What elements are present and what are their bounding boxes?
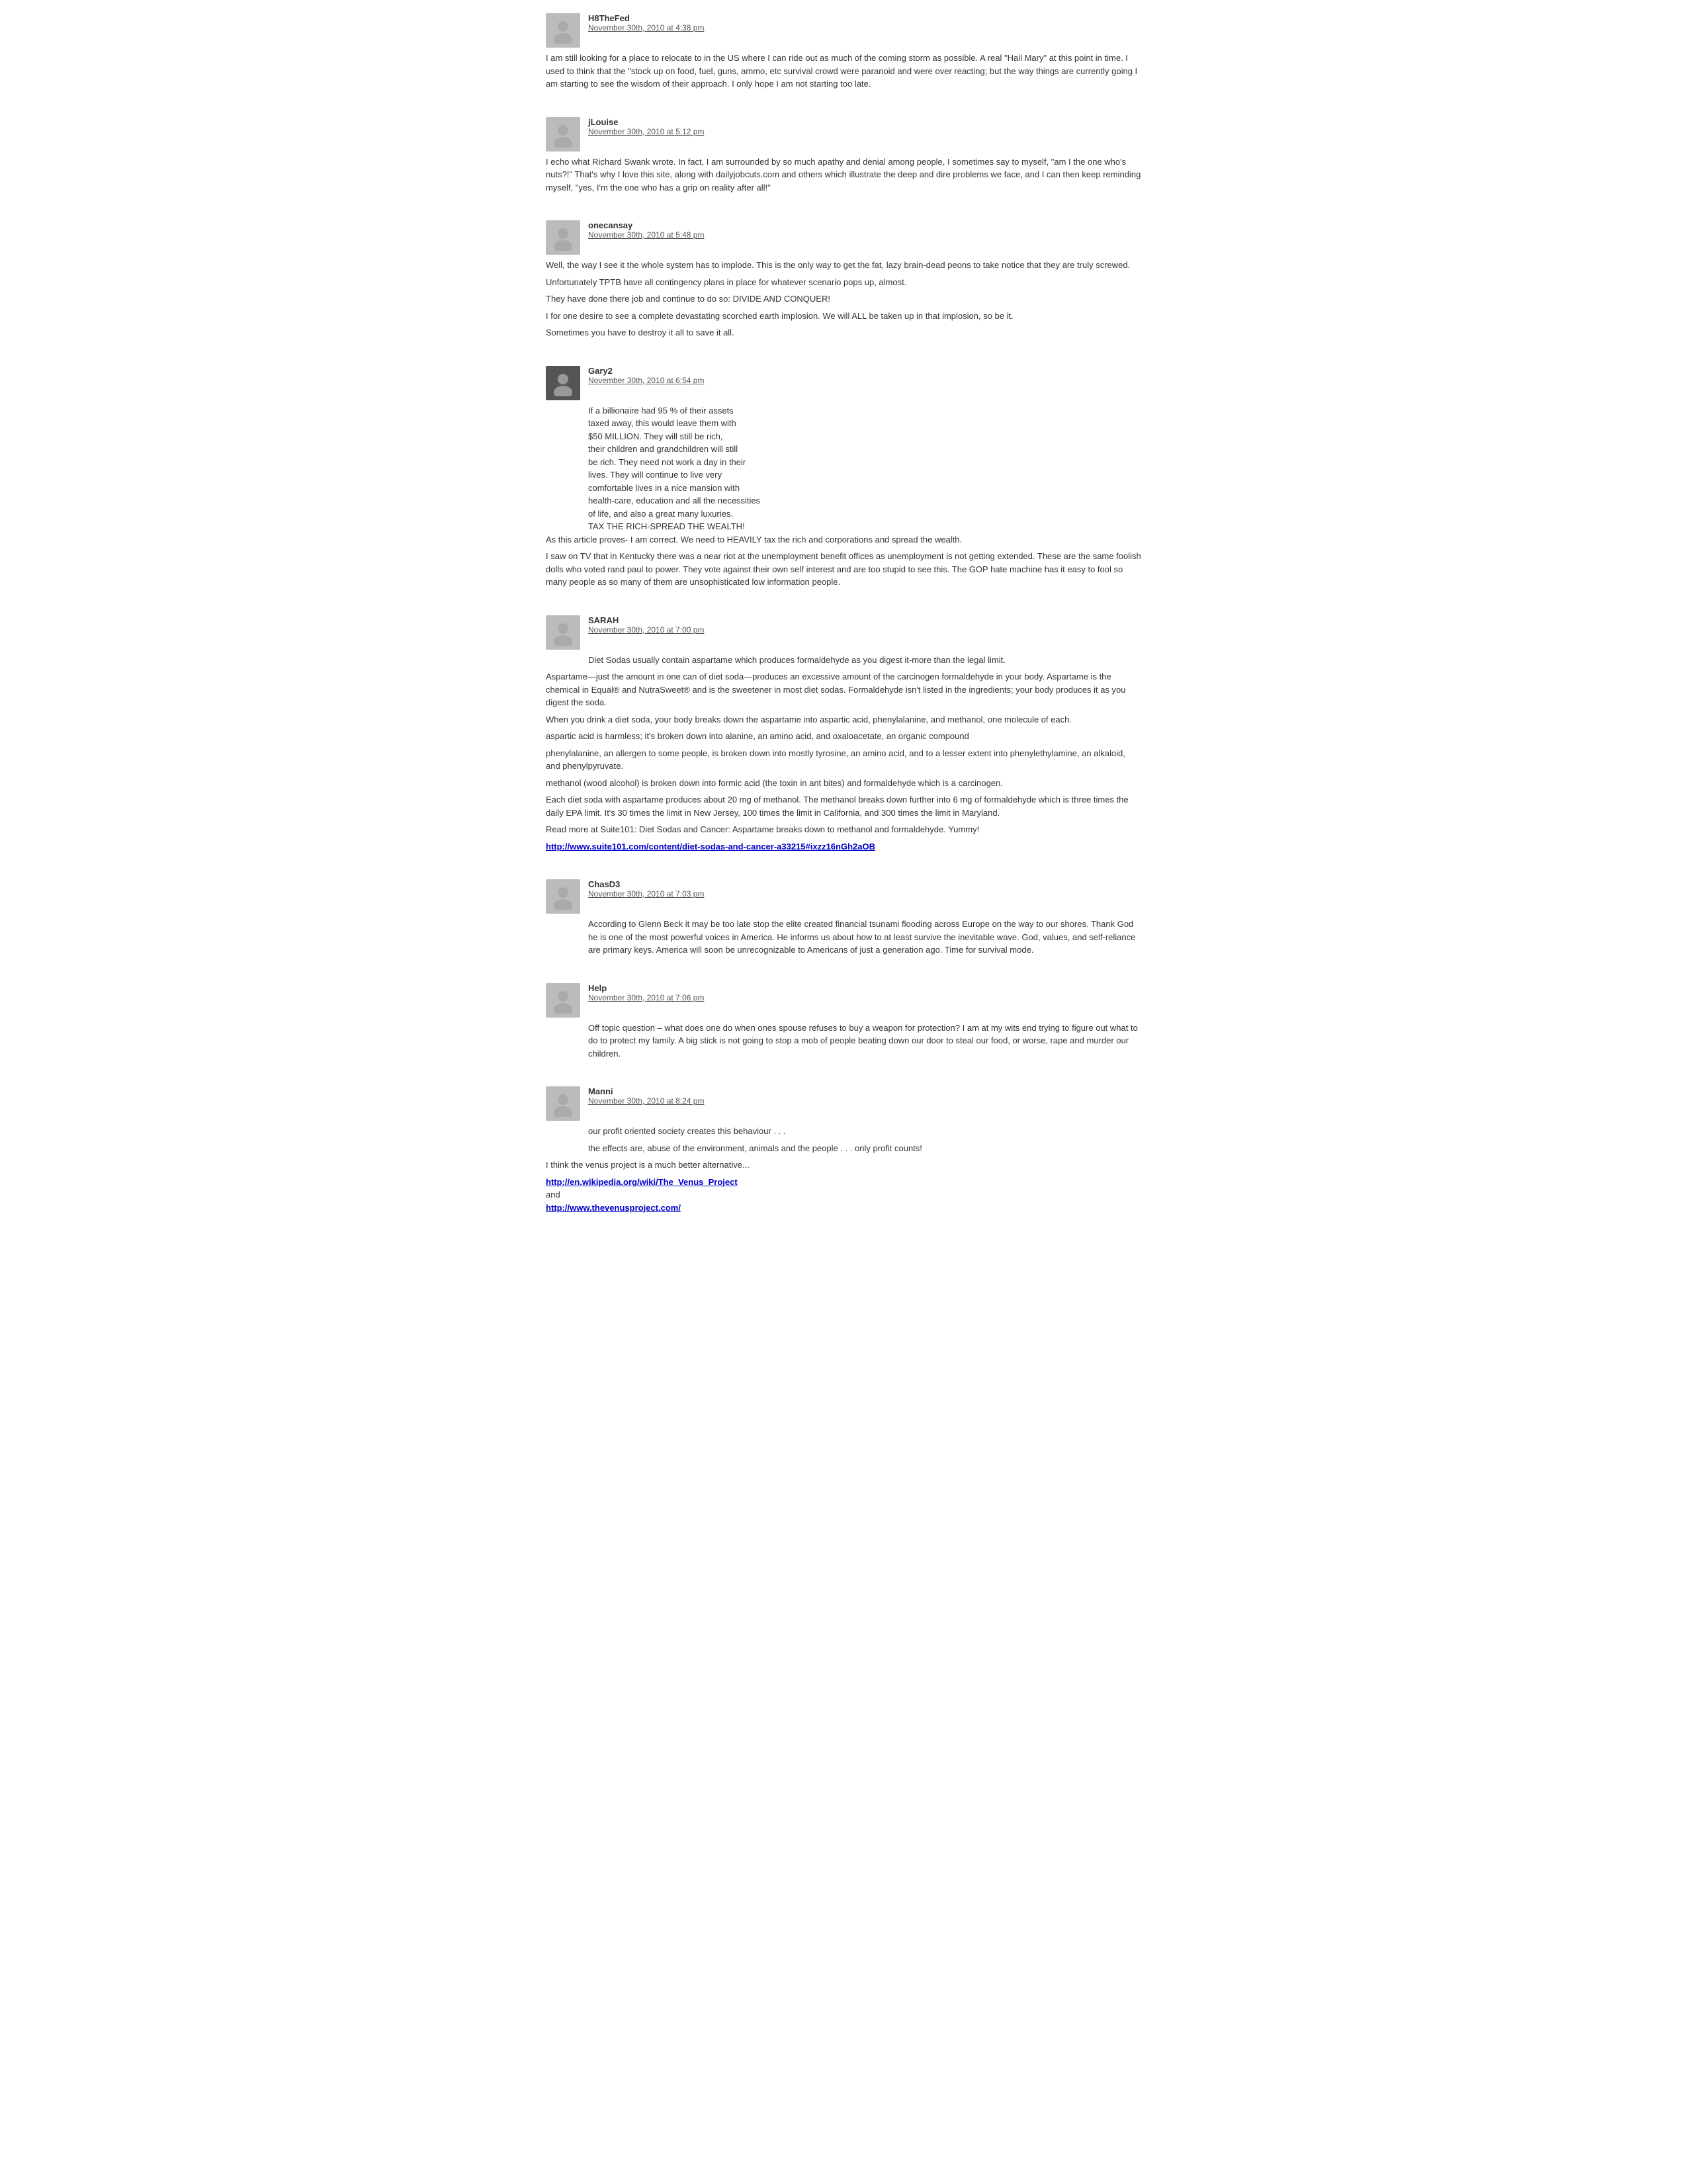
comment-header: Gary2 November 30th, 2010 at 6:54 pm (546, 366, 1141, 400)
comment-date: November 30th, 2010 at 7:06 pm (588, 993, 704, 1002)
comment-text: I echo what Richard Swank wrote. In fact… (546, 155, 1141, 195)
comment-date: November 30th, 2010 at 8:24 pm (588, 1096, 704, 1106)
suite101-link[interactable]: http://www.suite101.com/content/diet-sod… (546, 842, 875, 852)
avatar (546, 13, 580, 48)
comment-block: jLouise November 30th, 2010 at 5:12 pm I… (546, 117, 1141, 205)
comment-author: Help (588, 983, 704, 993)
standalone-paragraph: I think the venus project is a much bett… (546, 1158, 1141, 1172)
comment-author: onecansay (588, 220, 704, 230)
comment-date: November 30th, 2010 at 6:54 pm (588, 376, 704, 385)
comment-header: jLouise November 30th, 2010 at 5:12 pm (546, 117, 1141, 152)
comment-meta: Manni November 30th, 2010 at 8:24 pm (588, 1086, 704, 1106)
comment-date: November 30th, 2010 at 7:00 pm (588, 625, 704, 634)
comment-body: I am still looking for a place to reloca… (546, 52, 1141, 91)
standalone-paragraph: Unfortunately TPTB have all contingency … (546, 276, 1141, 289)
standalone-paragraph: As this article proves- I am correct. We… (546, 533, 1141, 546)
standalone-paragraph: Aspartame—just the amount in one can of … (546, 670, 1141, 709)
comment-header: Help November 30th, 2010 at 7:06 pm (546, 983, 1141, 1018)
comment-meta: onecansay November 30th, 2010 at 5:48 pm (588, 220, 704, 240)
comment-meta: H8TheFed November 30th, 2010 at 4:38 pm (588, 13, 704, 32)
standalone-paragraph: aspartic acid is harmless; it's broken d… (546, 730, 1141, 743)
avatar (546, 117, 580, 152)
venus-project-links: http://en.wikipedia.org/wiki/The_Venus_P… (546, 1176, 1141, 1215)
avatar (546, 1086, 580, 1121)
venus-project-website-link[interactable]: http://www.thevenusproject.com/ (546, 1203, 681, 1213)
comment-body: our profit oriented society creates this… (588, 1125, 1141, 1155)
standalone-paragraph: Each diet soda with aspartame produces a… (546, 793, 1141, 819)
avatar (546, 879, 580, 914)
comment-block: ChasD3 November 30th, 2010 at 7:03 pm Ac… (546, 879, 1141, 967)
comment-text: I am still looking for a place to reloca… (546, 52, 1141, 91)
comment-meta: Gary2 November 30th, 2010 at 6:54 pm (588, 366, 704, 385)
standalone-paragraph: I saw on TV that in Kentucky there was a… (546, 550, 1141, 589)
comment-block: H8TheFed November 30th, 2010 at 4:38 pm … (546, 13, 1141, 101)
standalone-paragraph: methanol (wood alcohol) is broken down i… (546, 777, 1141, 790)
comment-date: November 30th, 2010 at 7:03 pm (588, 889, 704, 898)
comment-body: Off topic question – what does one do wh… (588, 1022, 1141, 1061)
comment-date: November 30th, 2010 at 4:38 pm (588, 23, 704, 32)
standalone-paragraph: When you drink a diet soda, your body br… (546, 713, 1141, 726)
comment-header: Manni November 30th, 2010 at 8:24 pm (546, 1086, 1141, 1121)
comment-author: H8TheFed (588, 13, 704, 23)
comment-author: ChasD3 (588, 879, 704, 889)
comment-author: SARAH (588, 615, 704, 625)
comment-meta: SARAH November 30th, 2010 at 7:00 pm (588, 615, 704, 634)
comment-body: Diet Sodas usually contain aspartame whi… (588, 654, 1141, 667)
standalone-paragraph: Sometimes you have to destroy it all to … (546, 326, 1141, 339)
standalone-paragraph: I for one desire to see a complete devas… (546, 310, 1141, 323)
comment-body: Well, the way I see it the whole system … (546, 259, 1141, 272)
comment-text: Diet Sodas usually contain aspartame whi… (588, 654, 1141, 667)
comment-body: According to Glenn Beck it may be too la… (588, 918, 1141, 957)
comment-date: November 30th, 2010 at 5:12 pm (588, 127, 704, 136)
avatar (546, 983, 580, 1018)
comment-date: November 30th, 2010 at 5:48 pm (588, 230, 704, 240)
comment-block: Help November 30th, 2010 at 7:06 pm Off … (546, 983, 1141, 1071)
comment-header: onecansay November 30th, 2010 at 5:48 pm (546, 220, 1141, 255)
comment-author: Manni (588, 1086, 704, 1096)
comment-text: the effects are, abuse of the environmen… (588, 1142, 1141, 1155)
comments-container: H8TheFed November 30th, 2010 at 4:38 pm … (546, 13, 1141, 1225)
comment-author: jLouise (588, 117, 704, 127)
suite101-link-line: http://www.suite101.com/content/diet-sod… (546, 840, 1141, 853)
standalone-paragraph: Read more at Suite101: Diet Sodas and Ca… (546, 823, 1141, 836)
comment-body: I echo what Richard Swank wrote. In fact… (546, 155, 1141, 195)
comment-block: onecansay November 30th, 2010 at 5:48 pm… (546, 220, 1141, 350)
comment-text: According to Glenn Beck it may be too la… (588, 918, 1141, 957)
comment-block: Gary2 November 30th, 2010 at 6:54 pm If … (546, 366, 1141, 599)
venus-project-wikipedia-link[interactable]: http://en.wikipedia.org/wiki/The_Venus_P… (546, 1177, 738, 1187)
and-text: and (546, 1190, 560, 1200)
comment-meta: Help November 30th, 2010 at 7:06 pm (588, 983, 704, 1002)
comment-text: Well, the way I see it the whole system … (546, 259, 1141, 272)
comment-text: our profit oriented society creates this… (588, 1125, 1141, 1138)
standalone-paragraph: phenylalanine, an allergen to some peopl… (546, 747, 1141, 773)
comment-body: If a billionaire had 95 % of their asset… (588, 404, 1141, 533)
comment-block: SARAH November 30th, 2010 at 7:00 pm Die… (546, 615, 1141, 864)
comment-text: Off topic question – what does one do wh… (588, 1022, 1141, 1061)
standalone-paragraph: They have done there job and continue to… (546, 292, 1141, 306)
comment-header: ChasD3 November 30th, 2010 at 7:03 pm (546, 879, 1141, 914)
avatar (546, 220, 580, 255)
comment-text: If a billionaire had 95 % of their asset… (588, 404, 1141, 533)
comment-header: SARAH November 30th, 2010 at 7:00 pm (546, 615, 1141, 650)
comment-meta: ChasD3 November 30th, 2010 at 7:03 pm (588, 879, 704, 898)
avatar (546, 366, 580, 400)
comment-meta: jLouise November 30th, 2010 at 5:12 pm (588, 117, 704, 136)
comment-author: Gary2 (588, 366, 704, 376)
comment-block: Manni November 30th, 2010 at 8:24 pm our… (546, 1086, 1141, 1225)
comment-header: H8TheFed November 30th, 2010 at 4:38 pm (546, 13, 1141, 48)
avatar (546, 615, 580, 650)
